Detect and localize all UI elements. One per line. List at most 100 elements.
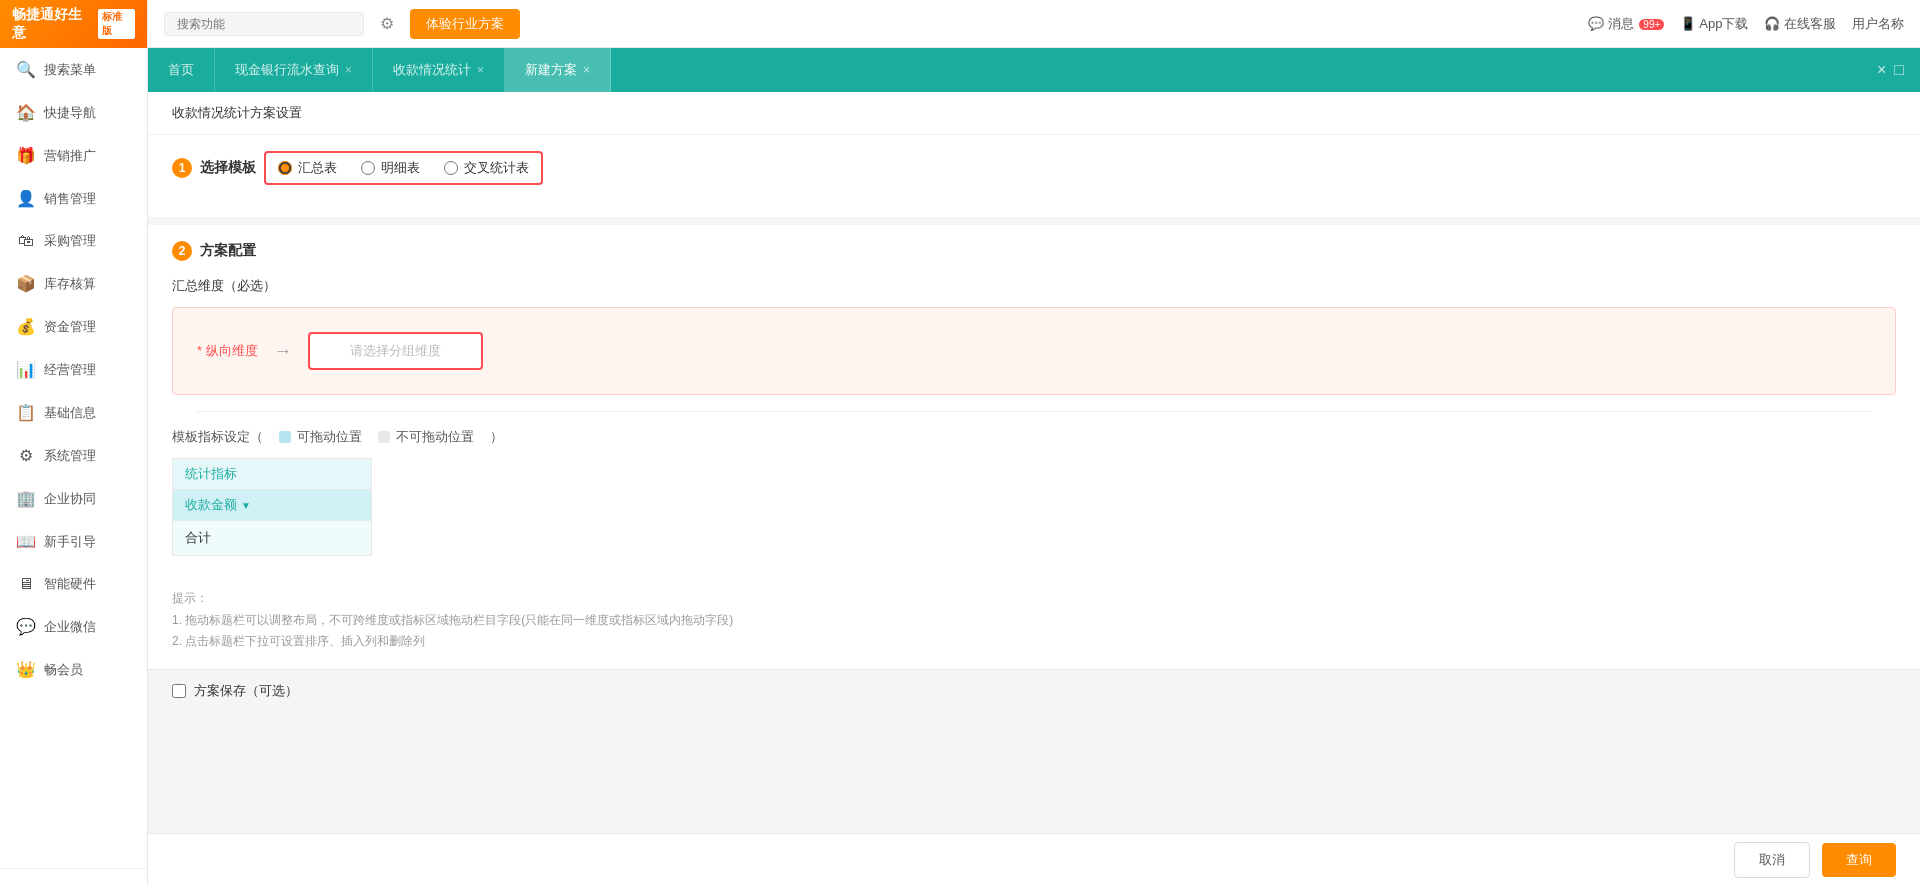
sales-label: 销售管理 — [44, 190, 96, 208]
metrics-col1-label: 收款金额 — [185, 496, 237, 514]
step1-title: 选择模板 — [200, 159, 256, 177]
hints-section: 提示： 1. 拖动标题栏可以调整布局，不可跨维度或指标区域拖动栏目字段(只能在同… — [148, 572, 1920, 669]
vertical-dim-label: * 纵向维度 — [197, 342, 258, 360]
member-label: 畅会员 — [44, 661, 83, 679]
draggable-label: 可拖动位置 — [297, 428, 362, 446]
finance-icon: 💰 — [16, 317, 36, 336]
sidebar-item-marketing[interactable]: 🎁 营销推广 — [0, 134, 147, 177]
fixed-label: 不可拖动位置 — [396, 428, 474, 446]
radio-summary[interactable]: 汇总表 — [278, 159, 337, 177]
metrics-title-row: 统计指标 — [173, 459, 371, 490]
save-label: 方案保存（可选） — [194, 682, 298, 700]
support-link[interactable]: 🎧 在线客服 — [1764, 15, 1836, 33]
tab-bank-flow-close[interactable]: × — [345, 63, 352, 77]
window-maximize-btn[interactable]: □ — [1894, 61, 1904, 79]
sidebar-item-basic-info[interactable]: 📋基础信息 — [0, 391, 147, 434]
tab-new-plan-close[interactable]: × — [583, 63, 590, 77]
logo-text: 畅捷通好生意 — [12, 6, 94, 42]
step2-header: 2 方案配置 — [172, 241, 1896, 261]
sidebar-item-enterprise[interactable]: 🏢企业协同 — [0, 477, 147, 520]
footer: 取消 查询 — [148, 833, 1920, 885]
tab-bank-flow[interactable]: 现金银行流水查询 × — [215, 48, 373, 92]
metrics-header: 模板指标设定（ 可拖动位置 不可拖动位置 ） — [172, 428, 1896, 446]
inventory-label: 库存核算 — [44, 275, 96, 293]
metrics-dropdown-icon[interactable]: ▼ — [241, 500, 251, 511]
step1-num: 1 — [172, 158, 192, 178]
tabs-right: × □ — [1877, 61, 1920, 79]
query-button[interactable]: 查询 — [1822, 843, 1896, 877]
window-close-btn[interactable]: × — [1877, 61, 1886, 79]
radio-summary-input[interactable] — [278, 161, 292, 175]
dimension-select[interactable]: 请选择分组维度 — [308, 332, 483, 370]
tab-home[interactable]: 首页 — [148, 48, 215, 92]
gear-icon[interactable]: ⚙ — [380, 14, 394, 33]
sidebar-item-inventory[interactable]: 📦库存核算 — [0, 262, 147, 305]
metrics-table: 统计指标 收款金额 ▼ 合计 — [172, 458, 372, 556]
notification-badge: 99+ — [1639, 19, 1664, 30]
search-menu-icon: 🔍 — [16, 60, 36, 79]
step2-title: 方案配置 — [200, 242, 256, 260]
topbar: ⚙ 体验行业方案 💬 消息 99+ 📱 App下载 🎧 在线客服 用户名称 — [148, 0, 1920, 48]
system-icon: ⚙ — [16, 446, 36, 465]
industry-btn[interactable]: 体验行业方案 — [410, 9, 520, 39]
sidebar-bottom — [0, 868, 147, 885]
step1-header: 1 选择模板 汇总表 明细表 交叉统计表 — [172, 151, 1896, 185]
radio-cross[interactable]: 交叉统计表 — [444, 159, 529, 177]
hardware-icon: 🖥 — [16, 575, 36, 593]
tab-home-label: 首页 — [168, 61, 194, 79]
marketing-label: 营销推广 — [44, 147, 96, 165]
save-section: 方案保存（可选） — [148, 669, 1920, 712]
draggable-dot — [279, 431, 291, 443]
system-label: 系统管理 — [44, 447, 96, 465]
hints-label: 提示： — [172, 591, 208, 605]
member-icon: 👑 — [16, 660, 36, 679]
sales-icon: 👤 — [16, 189, 36, 208]
page-title: 收款情况统计方案设置 — [148, 92, 1920, 135]
download-link[interactable]: 📱 App下载 — [1680, 15, 1748, 33]
sidebar-item-system[interactable]: ⚙ 系统管理 — [0, 434, 147, 477]
metrics-col-header[interactable]: 收款金额 ▼ — [173, 490, 371, 521]
tab-new-plan[interactable]: 新建方案 × — [505, 48, 611, 92]
sidebar-item-hardware[interactable]: 🖥智能硬件 — [0, 563, 147, 605]
sidebar-item-finance[interactable]: 💰 资金管理 — [0, 305, 147, 348]
sidebar-item-operations[interactable]: 📊经营管理 — [0, 348, 147, 391]
tab-receipt-stats-label: 收款情况统计 — [393, 61, 471, 79]
metrics-section: 模板指标设定（ 可拖动位置 不可拖动位置 ） 统计指标 收款金额 ▼ — [148, 428, 1920, 572]
basic-info-icon: 📋 — [16, 403, 36, 422]
radio-cross-label: 交叉统计表 — [464, 159, 529, 177]
radio-detail-input[interactable] — [361, 161, 375, 175]
sidebar-item-sales[interactable]: 👤 销售管理 — [0, 177, 147, 220]
sidebar-logo: 畅捷通好生意 标准版 — [0, 0, 147, 48]
sidebar-item-guide[interactable]: 📖新手引导 — [0, 520, 147, 563]
dimension-row: * 纵向维度 → 请选择分组维度 — [197, 332, 1871, 370]
template-options: 汇总表 明细表 交叉统计表 — [264, 151, 543, 185]
dimension-arrow: → — [274, 341, 292, 362]
step2-section: 2 方案配置 汇总维度（必选） * 纵向维度 → 请选择分组维度 — [148, 225, 1920, 428]
sidebar-item-search-menu[interactable]: 🔍 搜索菜单 — [0, 48, 147, 91]
step2-num: 2 — [172, 241, 192, 261]
tab-receipt-stats-close[interactable]: × — [477, 63, 484, 77]
marketing-icon: 🎁 — [16, 146, 36, 165]
search-input[interactable] — [164, 12, 364, 36]
guide-icon: 📖 — [16, 532, 36, 551]
sidebar-item-purchase[interactable]: 🛍采购管理 — [0, 220, 147, 262]
message-area[interactable]: 💬 消息 99+ — [1588, 15, 1664, 33]
cancel-button[interactable]: 取消 — [1734, 842, 1810, 878]
tab-receipt-stats[interactable]: 收款情况统计 × — [373, 48, 505, 92]
save-checkbox[interactable] — [172, 684, 186, 698]
tab-new-plan-label: 新建方案 — [525, 61, 577, 79]
sidebar-item-member[interactable]: 👑 畅会员 — [0, 648, 147, 691]
dimension-area: * 纵向维度 → 请选择分组维度 — [172, 307, 1896, 395]
user-name[interactable]: 用户名称 — [1852, 15, 1904, 33]
search-menu-label: 搜索菜单 — [44, 61, 96, 79]
finance-label: 资金管理 — [44, 318, 96, 336]
draggable-legend: 可拖动位置 — [279, 428, 362, 446]
sidebar-item-wechat[interactable]: 💬企业微信 — [0, 605, 147, 648]
sidebar-item-quick-nav[interactable]: 🏠快捷导航 — [0, 91, 147, 134]
topbar-right: 💬 消息 99+ 📱 App下载 🎧 在线客服 用户名称 — [1588, 15, 1904, 33]
radio-detail[interactable]: 明细表 — [361, 159, 420, 177]
step1-section: 1 选择模板 汇总表 明细表 交叉统计表 — [148, 135, 1920, 217]
radio-cross-input[interactable] — [444, 161, 458, 175]
quick-nav-label: 快捷导航 — [44, 104, 96, 122]
operations-icon: 📊 — [16, 360, 36, 379]
